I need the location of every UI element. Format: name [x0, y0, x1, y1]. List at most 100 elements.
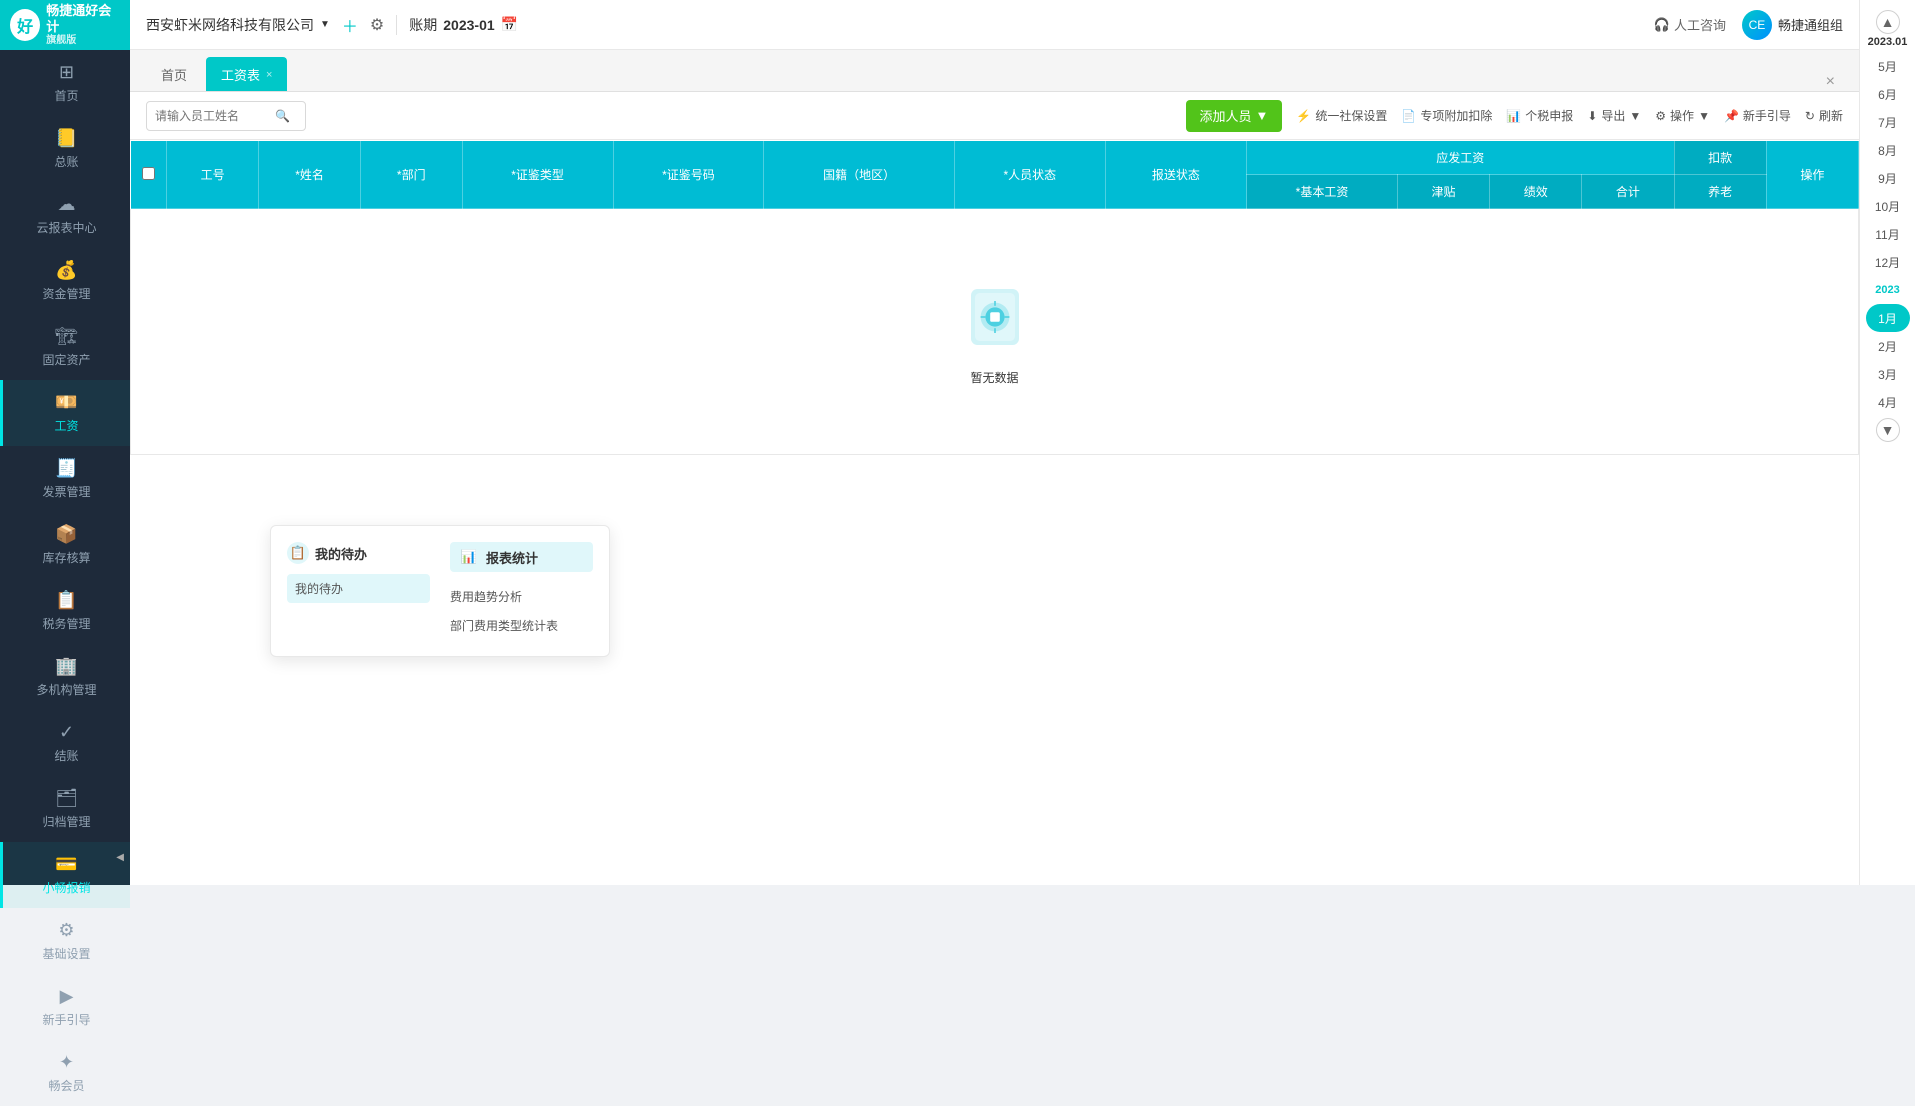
inventory-icon: 📦 [55, 524, 77, 545]
tax-label: 个税申报 [1525, 107, 1573, 124]
new-guide-btn[interactable]: 📌 新手引导 [1724, 107, 1791, 124]
collapse-arrow: ◀ [116, 852, 124, 863]
tabs-bar: 首页 工资表 × × [130, 50, 1859, 92]
sidebar-item-cloud-report[interactable]: ☁ 云报表中心 [0, 182, 130, 248]
sidebar-item-label: 库存核算 [42, 549, 90, 566]
settings-icon: ⚙ [58, 920, 74, 941]
sidebar-item-member[interactable]: ✦ 畅会员 [0, 1040, 130, 1106]
todo-header-icon: 📋 [287, 542, 309, 564]
th-pension: 养老 [1674, 175, 1766, 209]
sidebar-item-fixed-assets[interactable]: 🏗 固定资产 [0, 314, 130, 380]
sidebar-item-inventory[interactable]: 📦 库存核算 [0, 512, 130, 578]
th-allowance: 津贴 [1397, 175, 1489, 209]
timeline-up-nav[interactable]: ▲ [1876, 10, 1900, 34]
sidebar-item-label: 畅会员 [48, 1077, 84, 1094]
tax-report-btn[interactable]: 📊 个税申报 [1506, 107, 1573, 124]
timeline-month-1-current[interactable]: 1月 [1866, 304, 1910, 332]
topbar: 西安虾米网络科技有限公司 ▼ ＋ ⚙ 账期 2023-01 📅 🎧 人工咨询 C… [130, 0, 1859, 50]
sidebar-item-archive[interactable]: 🗂 归档管理 [0, 776, 130, 842]
timeline-month-3[interactable]: 3月 [1866, 360, 1910, 388]
timeline-month-5[interactable]: 5月 [1866, 52, 1910, 80]
float-menu-report-col: 📊 报表统计 费用趋势分析 部门费用类型统计表 [450, 542, 593, 640]
settings-icon[interactable]: ⚙ [370, 15, 384, 35]
float-menu-report-item-2[interactable]: 部门费用类型统计表 [450, 611, 593, 640]
search-input[interactable] [155, 109, 275, 123]
timeline-month-6[interactable]: 6月 [1866, 80, 1910, 108]
timeline-month-12[interactable]: 12月 [1866, 248, 1910, 276]
select-all-checkbox[interactable] [142, 167, 155, 180]
timeline-month-4[interactable]: 4月 [1866, 388, 1910, 416]
app-logo: 好 畅捷通好会计 旗舰版 [0, 0, 130, 50]
refresh-label: 刷新 [1819, 107, 1843, 124]
tax-icon: 📊 [1506, 109, 1521, 123]
cloud-icon: ☁ [58, 194, 76, 215]
sidebar-item-settlement[interactable]: ✓ 结账 [0, 710, 130, 776]
th-id-type: *证鉴类型 [462, 141, 613, 209]
sidebar-item-home[interactable]: ⊞ 首页 [0, 50, 130, 116]
empty-state: 暂无数据 [141, 217, 1848, 446]
main-content: 西安虾米网络科技有限公司 ▼ ＋ ⚙ 账期 2023-01 📅 🎧 人工咨询 C… [130, 0, 1859, 885]
headset-icon: 🎧 [1654, 17, 1670, 33]
sidebar-item-label: 资金管理 [42, 285, 90, 302]
sidebar-item-xiao-chang[interactable]: 💳 小畅报销 ◀ [0, 842, 130, 908]
tab-close-icon[interactable]: × [266, 69, 272, 81]
add-person-button[interactable]: 添加人员 ▼ [1186, 100, 1283, 132]
company-selector[interactable]: 西安虾米网络科技有限公司 ▼ [146, 15, 330, 35]
search-box[interactable]: 🔍 [146, 101, 306, 131]
operation-icon: ⚙ [1655, 109, 1666, 123]
settlement-icon: ✓ [59, 722, 74, 743]
home-icon: ⊞ [59, 62, 74, 83]
ledger-icon: 📒 [55, 128, 77, 149]
sidebar-item-salary[interactable]: 💴 工资 [0, 380, 130, 446]
add-label: 添加人员 [1200, 106, 1252, 125]
sidebar-item-guide[interactable]: ▶ 新手引导 [0, 974, 130, 1040]
tab-close-btn[interactable]: × [1818, 73, 1843, 91]
sidebar-item-label: 基础设置 [42, 945, 90, 962]
float-menu-report-header[interactable]: 📊 报表统计 [450, 542, 593, 572]
operation-btn[interactable]: ⚙ 操作 ▼ [1655, 107, 1710, 124]
timeline-month-8[interactable]: 8月 [1866, 136, 1910, 164]
export-label: 导出 [1601, 107, 1625, 124]
topbar-add-icon[interactable]: ＋ [342, 13, 358, 37]
float-menu-report-title: 报表统计 [486, 548, 538, 567]
tab-home[interactable]: 首页 [146, 57, 202, 91]
period-selector[interactable]: 账期 2023-01 📅 [409, 15, 518, 35]
th-checkbox[interactable] [131, 141, 167, 209]
timeline-year-2023: 2023 [1866, 276, 1910, 304]
customer-service[interactable]: 🎧 人工咨询 [1654, 15, 1726, 34]
sidebar-item-multi-org[interactable]: 🏢 多机构管理 [0, 644, 130, 710]
fund-icon: 💰 [55, 260, 77, 281]
sidebar-item-fund[interactable]: 💰 资金管理 [0, 248, 130, 314]
sidebar-item-label: 首页 [54, 87, 78, 104]
sidebar-item-invoice[interactable]: 🧾 发票管理 [0, 446, 130, 512]
timeline-month-10[interactable]: 10月 [1866, 192, 1910, 220]
timeline-month-11[interactable]: 11月 [1866, 220, 1910, 248]
refresh-btn[interactable]: ↻ 刷新 [1805, 107, 1843, 124]
th-salary-group: 应发工资 [1247, 141, 1674, 175]
float-menu-report-item-1[interactable]: 费用趋势分析 [450, 582, 593, 611]
avatar: CE [1742, 10, 1772, 40]
timeline-down-nav[interactable]: ▼ [1876, 418, 1900, 442]
th-country: 国籍（地区） [764, 141, 954, 209]
social-insurance-btn[interactable]: ⚡ 统一社保设置 [1296, 107, 1387, 124]
deduct-label: 专项附加扣除 [1420, 107, 1492, 124]
salary-table: 工号 *姓名 *部门 *证鉴类型 *证鉴号码 国籍（地区） *人员状态 报送状态… [130, 140, 1859, 455]
invoice-icon: 🧾 [55, 458, 77, 479]
export-btn[interactable]: ⬇ 导出 ▼ [1587, 107, 1641, 124]
tab-salary-label: 工资表 [221, 65, 260, 84]
float-menu-todo-item[interactable]: 我的待办 [287, 574, 430, 603]
sidebar-item-ledger[interactable]: 📒 总账 [0, 116, 130, 182]
empty-icon [955, 277, 1035, 357]
sidebar-item-basic[interactable]: ⚙ 基础设置 [0, 908, 130, 974]
user-menu[interactable]: CE 畅捷通组组 [1742, 10, 1843, 40]
sidebar-item-tax[interactable]: 📋 税务管理 [0, 578, 130, 644]
social-label: 统一社保设置 [1315, 107, 1387, 124]
tab-salary[interactable]: 工资表 × [206, 57, 287, 91]
th-total: 合计 [1582, 175, 1674, 209]
archive-icon: 🗂 [55, 788, 78, 809]
special-deduct-btn[interactable]: 📄 专项附加扣除 [1401, 107, 1492, 124]
timeline-month-7[interactable]: 7月 [1866, 108, 1910, 136]
chevron-down-icon: ▼ [320, 19, 330, 30]
timeline-month-2[interactable]: 2月 [1866, 332, 1910, 360]
timeline-month-9[interactable]: 9月 [1866, 164, 1910, 192]
